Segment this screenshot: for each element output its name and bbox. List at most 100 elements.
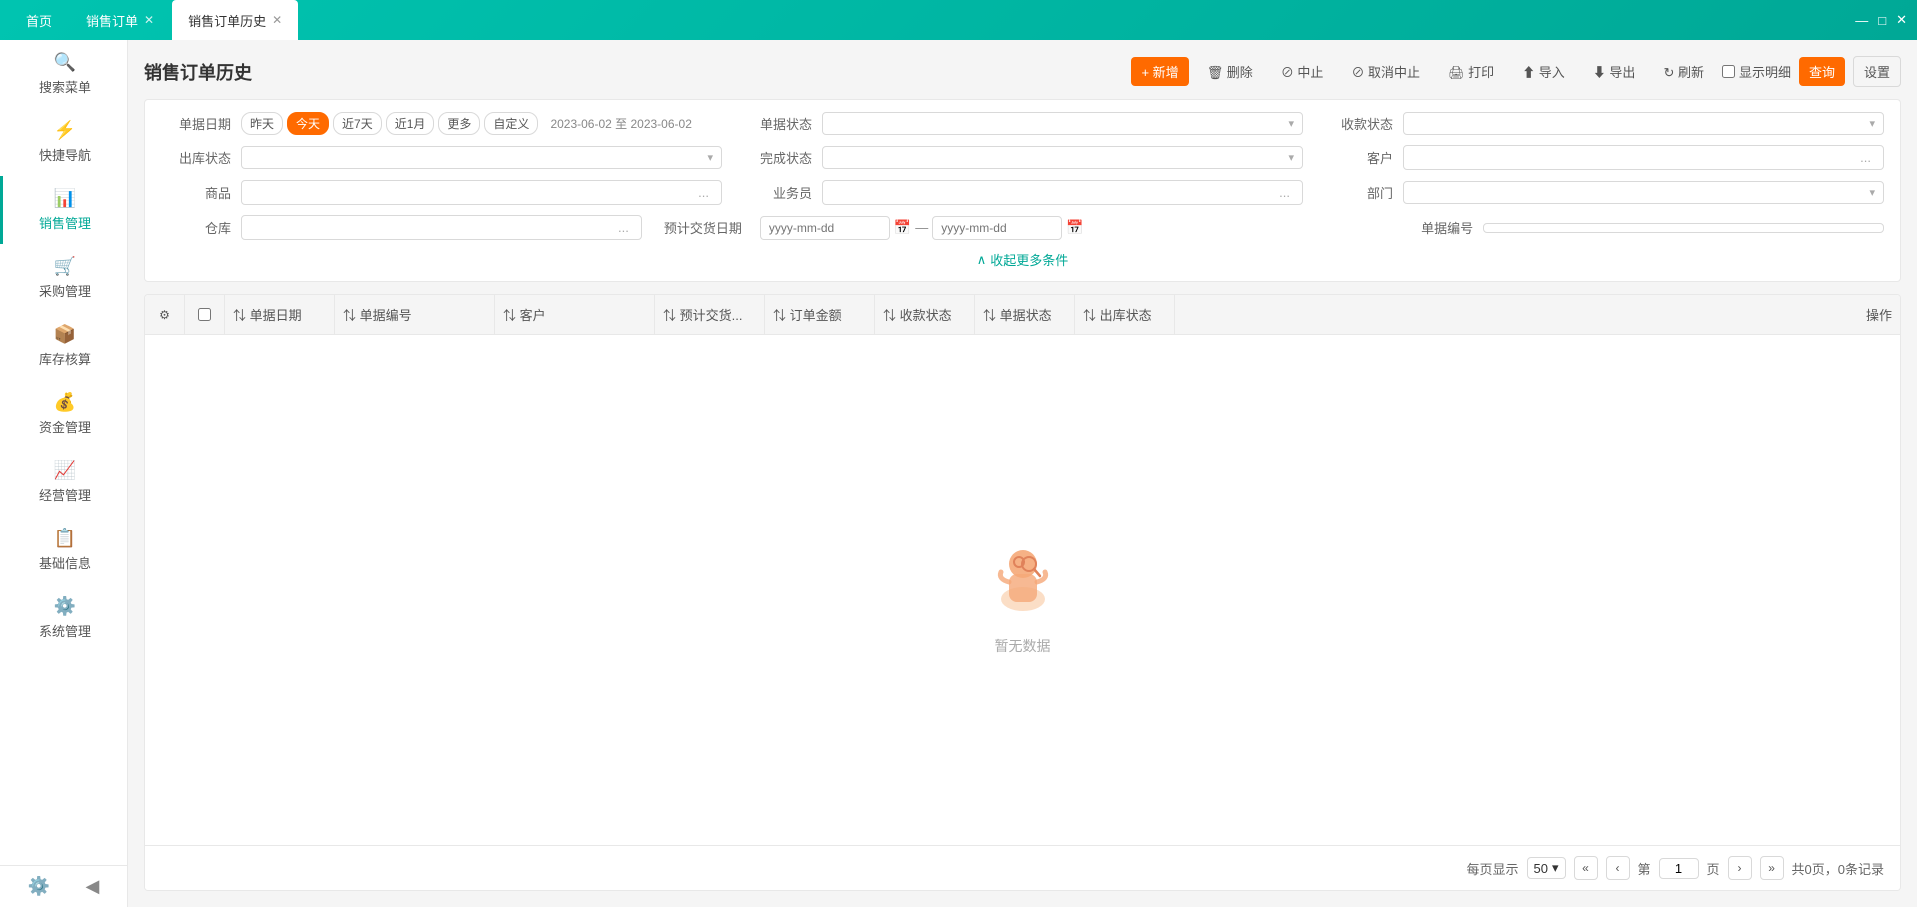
cancel-stop-button[interactable]: ⊘ 取消中止 [1341, 57, 1430, 86]
query-button[interactable]: 查询 [1799, 57, 1845, 86]
delivery-date-from-calendar[interactable]: 📅 [894, 219, 911, 236]
show-details-checkbox[interactable] [1722, 65, 1735, 78]
collapse-icon: ∧ [977, 252, 987, 268]
order-status-select[interactable]: ▾ [822, 112, 1303, 135]
warehouse-dots[interactable]: ... [614, 220, 633, 235]
customer-dots[interactable]: ... [1856, 150, 1875, 165]
date-label: 单据日期 [161, 114, 241, 133]
sidebar-item-sales-mgmt[interactable]: 📊 销售管理 [0, 176, 127, 244]
th-customer[interactable]: ⇅ 客户 [495, 295, 655, 334]
new-button[interactable]: + 新增 [1131, 57, 1188, 86]
sidebar-item-system-mgmt[interactable]: ⚙️ 系统管理 [0, 584, 127, 652]
sidebar-item-purchase-mgmt[interactable]: 🛒 采购管理 [0, 244, 127, 312]
th-amount-label: ⇅ 订单金额 [773, 305, 842, 324]
page-size-label: 每页显示 [1466, 859, 1518, 878]
th-order-status[interactable]: ⇅ 单据状态 [975, 295, 1075, 334]
th-settings[interactable]: ⚙ [145, 295, 185, 334]
pagination: 每页显示 50 ▾ « ‹ 第 页 › » 共0页，0条记录 [145, 845, 1900, 890]
date-yesterday[interactable]: 昨天 [241, 112, 283, 135]
payment-status-select[interactable]: ▾ [1403, 112, 1884, 135]
tab-home-label: 首页 [26, 11, 52, 30]
th-warehouse-status-label: ⇅ 出库状态 [1083, 305, 1152, 324]
sidebar-item-purchase-mgmt-label: 采购管理 [39, 281, 91, 300]
refresh-button[interactable]: ↻ 刷新 [1653, 57, 1714, 86]
show-details-checkbox-label[interactable]: 显示明细 [1722, 62, 1791, 81]
select-all-checkbox[interactable] [198, 308, 211, 321]
th-warehouse-status[interactable]: ⇅ 出库状态 [1075, 295, 1175, 334]
sidebar-item-basic-info[interactable]: 📋 基础信息 [0, 516, 127, 584]
tab-sales-order-history[interactable]: 销售订单历史 ✕ [172, 0, 298, 40]
payment-status-chevron: ▾ [1869, 117, 1875, 130]
th-customer-label: ⇅ 客户 [503, 305, 546, 324]
filter-area: 单据日期 昨天 今天 近7天 近1月 更多 自定义 2023-06-02 至 2… [144, 99, 1901, 282]
top-bar-window-actions: — □ ✕ [1855, 12, 1907, 28]
date-custom[interactable]: 自定义 [484, 112, 538, 135]
warehouse-status-select[interactable]: ▾ [241, 146, 722, 169]
delete-button[interactable]: 🗑 删除 [1197, 57, 1263, 86]
th-amount[interactable]: ⇅ 订单金额 [765, 295, 875, 334]
delivery-date-to[interactable] [932, 216, 1062, 240]
page-size-chevron: ▾ [1552, 860, 1559, 876]
empty-state: 暂无数据 [973, 524, 1073, 656]
sidebar-collapse-icon[interactable]: ◀ [85, 876, 99, 897]
delivery-date-from[interactable] [760, 216, 890, 240]
import-button[interactable]: ⬆ 导入 [1512, 57, 1575, 86]
order-status-chevron: ▾ [1288, 117, 1294, 130]
basic-info-icon: 📋 [54, 528, 76, 549]
print-button[interactable]: 🖨 打印 [1438, 57, 1504, 86]
export-button[interactable]: ⬇ 导出 [1583, 57, 1646, 86]
th-delivery[interactable]: ⇅ 预计交货... [655, 295, 765, 334]
sidebar-item-inventory[interactable]: 📦 库存核算 [0, 312, 127, 380]
sidebar-item-quick-nav[interactable]: ⚡ 快捷导航 [0, 108, 127, 176]
date-today[interactable]: 今天 [287, 112, 329, 135]
first-page-button[interactable]: « [1574, 856, 1598, 880]
sidebar-item-operations[interactable]: 📈 经营管理 [0, 448, 127, 516]
th-order-status-label: ⇅ 单据状态 [983, 305, 1052, 324]
sidebar-item-finance[interactable]: 💰 资金管理 [0, 380, 127, 448]
date-more[interactable]: 更多 [438, 112, 480, 135]
tab-sales-order-close[interactable]: ✕ [144, 13, 154, 27]
product-dots[interactable]: ... [694, 185, 713, 200]
warehouse-status-chevron: ▾ [707, 151, 713, 164]
empty-illustration [973, 524, 1073, 624]
stop-button[interactable]: ⊘ 中止 [1271, 57, 1334, 86]
quick-nav-icon: ⚡ [54, 120, 76, 141]
warehouse-label: 仓库 [161, 218, 241, 237]
tab-sales-order-history-close[interactable]: ✕ [272, 13, 282, 27]
last-page-button[interactable]: » [1760, 856, 1784, 880]
th-order-no[interactable]: ⇅ 单据编号 [335, 295, 495, 334]
department-select[interactable]: ▾ [1403, 181, 1884, 204]
prev-page-button[interactable]: ‹ [1606, 856, 1630, 880]
next-page-button[interactable]: › [1728, 856, 1752, 880]
settings-button[interactable]: 设置 [1853, 56, 1901, 87]
date-1month[interactable]: 近1月 [386, 112, 435, 135]
minimize-button[interactable]: — [1855, 13, 1868, 28]
sidebar-settings-icon[interactable]: ⚙️ [28, 876, 50, 897]
sales-person-dots[interactable]: ... [1275, 185, 1294, 200]
tab-sales-order[interactable]: 销售订单 ✕ [70, 0, 170, 40]
completion-status-chevron: ▾ [1288, 151, 1294, 164]
collapse-button[interactable]: ∧ 收起更多条件 [161, 250, 1884, 269]
order-no-label: 单据编号 [1403, 218, 1483, 237]
filter-row-3: 商品 ... 业务员 ... 部门 [161, 180, 1884, 205]
th-date[interactable]: ⇅ 单据日期 [225, 295, 335, 334]
empty-text: 暂无数据 [995, 636, 1051, 656]
maximize-button[interactable]: □ [1878, 13, 1886, 28]
page: 销售订单历史 + 新增 🗑 删除 ⊘ 中止 ⊘ 取消中止 🖨 打印 ⬆ 导入 ⬇… [128, 40, 1917, 907]
page-input[interactable] [1659, 858, 1699, 879]
page-word: 页 [1707, 859, 1720, 878]
th-payment-status[interactable]: ⇅ 收款状态 [875, 295, 975, 334]
completion-status-select[interactable]: ▾ [822, 146, 1303, 169]
tab-home[interactable]: 首页 [10, 0, 68, 40]
inventory-icon: 📦 [54, 324, 76, 345]
delivery-date-to-calendar[interactable]: 📅 [1066, 219, 1083, 236]
th-checkbox[interactable] [185, 295, 225, 334]
delivery-date-group: 📅 — 📅 [760, 216, 1084, 240]
sidebar-item-inventory-label: 库存核算 [39, 349, 91, 368]
sidebar-item-search-menu[interactable]: 🔍 搜索菜单 [0, 40, 127, 108]
page-size-select[interactable]: 50 ▾ [1527, 857, 1566, 879]
date-7days[interactable]: 近7天 [333, 112, 382, 135]
order-status-label: 单据状态 [742, 114, 822, 133]
close-window-button[interactable]: ✕ [1896, 12, 1907, 28]
th-operations-label: 操作 [1866, 305, 1892, 324]
